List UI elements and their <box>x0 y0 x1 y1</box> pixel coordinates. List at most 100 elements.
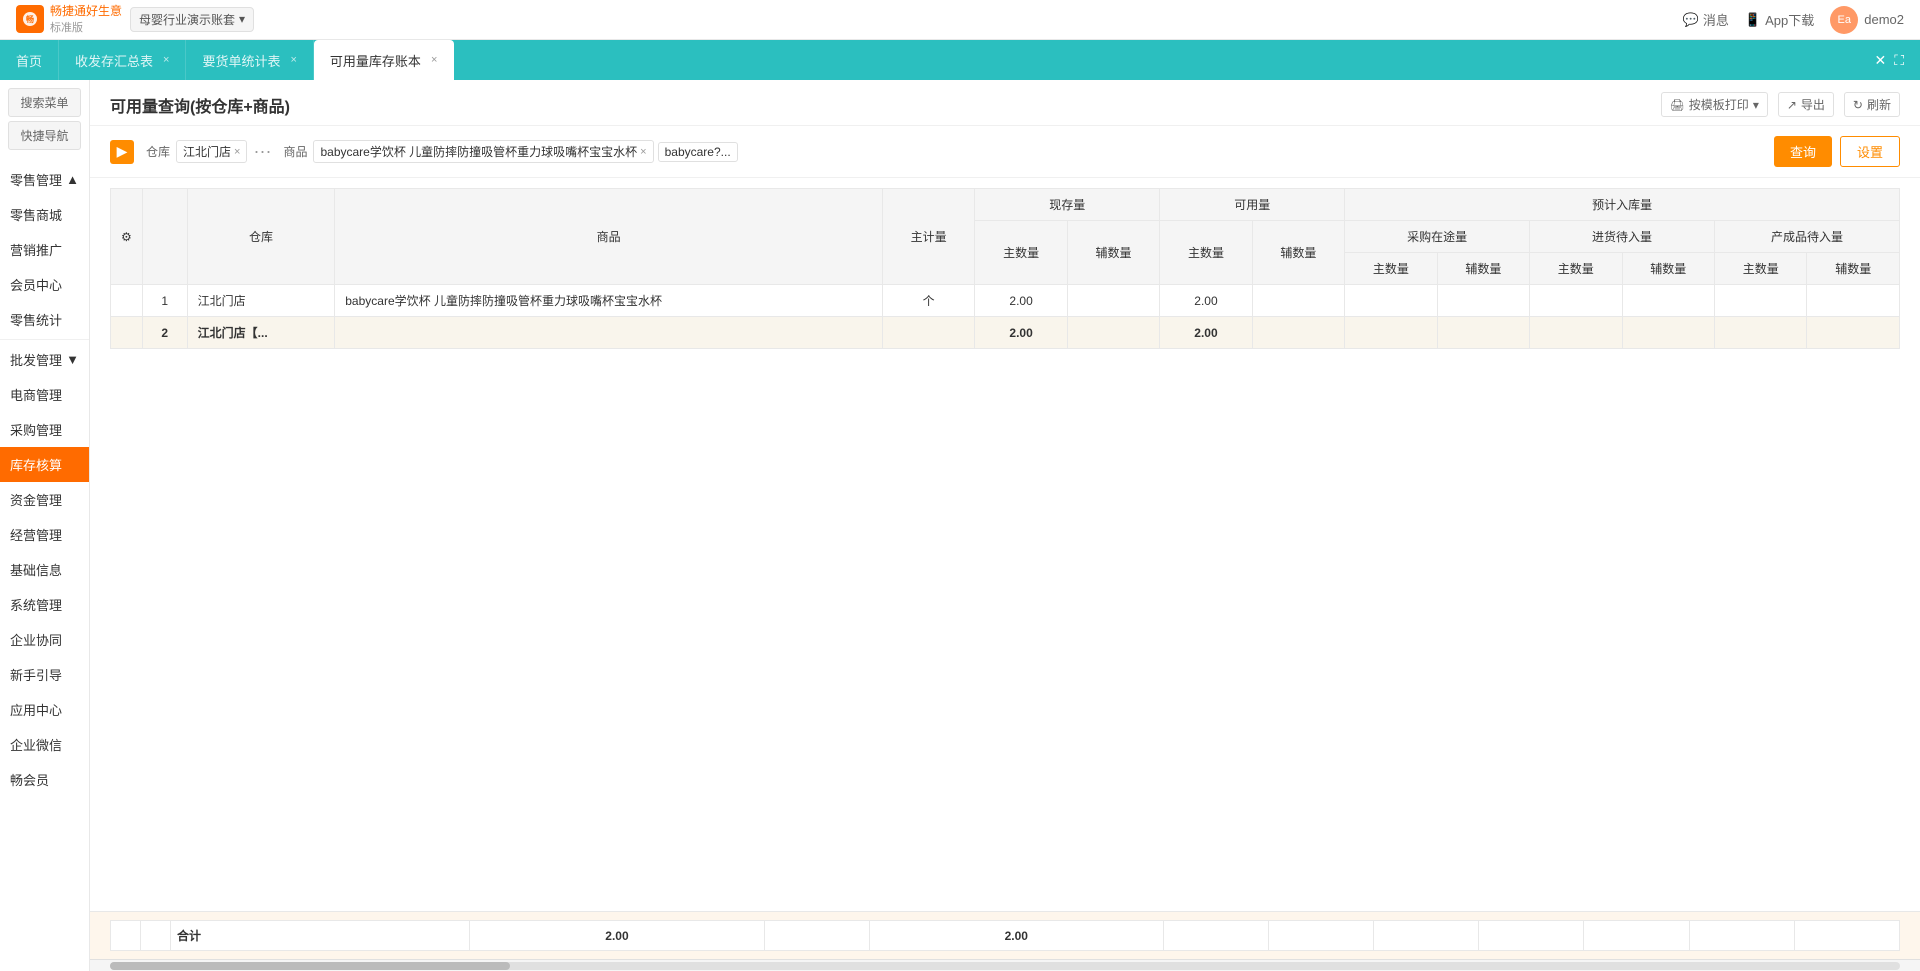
cell-purchase-aux <box>1437 285 1529 317</box>
subtotal-product <box>335 317 883 349</box>
sidebar-item-ecommerce[interactable]: 电商管理 <box>0 377 89 412</box>
product-tag-0-remove[interactable]: × <box>640 146 646 158</box>
th-production-main: 主数量 <box>1714 253 1806 285</box>
sidebar-item-enterprise-wechat[interactable]: 企业微信 <box>0 727 89 762</box>
product-tag-1[interactable]: babycare?... <box>658 142 738 162</box>
product-tags: babycare学饮杯 儿童防摔防撞吸管杯重力球吸嘴杯宝宝水杯 × babyca… <box>313 140 737 163</box>
subtotal-stock-aux <box>1067 317 1159 349</box>
warehouse-label: 仓库 <box>146 143 170 160</box>
sidebar-item-member[interactable]: 会员中心 <box>0 267 89 302</box>
industry-selector[interactable]: 母婴行业演示账套 ▾ <box>130 7 254 32</box>
print-dropdown-icon: ▾ <box>1753 98 1759 112</box>
product-filter: 商品 babycare学饮杯 儿童防摔防撞吸管杯重力球吸嘴杯宝宝水杯 × bab… <box>283 140 737 163</box>
th-settings[interactable]: ⚙ <box>111 189 143 285</box>
top-bar: 畅 畅捷通好生意 标准版 母婴行业演示账套 ▾ 💬 消息 📱 App下载 Ea … <box>0 0 1920 40</box>
cell-settings <box>111 285 143 317</box>
cell-purchase-main <box>1345 285 1437 317</box>
scroll-bar-track <box>110 962 1900 970</box>
content-area: 可用量查询(按仓库+商品) 🖨 按模板打印 ▾ ↗ 导出 ↻ 刷新 ▶ <box>90 80 1920 971</box>
subtotal-production-aux <box>1807 317 1900 349</box>
user-area: Ea demo2 <box>1830 6 1904 34</box>
cell-available-aux <box>1252 285 1344 317</box>
tab-receive-close[interactable]: × <box>163 54 169 66</box>
footer-cell-index <box>141 921 171 951</box>
sidebar-item-inventory[interactable]: 库存核算 <box>0 447 89 482</box>
product-label: 商品 <box>283 143 307 160</box>
message-icon: 💬 <box>1683 12 1699 28</box>
sidebar-item-wholesale[interactable]: 批发管理 ▼ <box>0 342 89 377</box>
footer-table: 合计 2.00 2.00 <box>110 920 1900 951</box>
footer-cell-p1 <box>1268 921 1373 951</box>
sidebar-item-purchase[interactable]: 采购管理 <box>0 412 89 447</box>
scroll-bar-thumb[interactable] <box>110 962 510 970</box>
top-bar-right: 💬 消息 📱 App下载 Ea demo2 <box>1683 6 1904 34</box>
cell-incoming-main <box>1530 285 1622 317</box>
print-btn[interactable]: 🖨 按模板打印 ▾ <box>1661 92 1768 117</box>
th-group-stock: 现存量 <box>975 189 1160 221</box>
warehouse-more-btn[interactable]: ··· <box>253 141 271 162</box>
tab-available-stock-close[interactable]: × <box>431 54 437 66</box>
th-stock-main: 主数量 <box>975 221 1067 285</box>
sidebar-item-vip[interactable]: 畅会员 <box>0 762 89 797</box>
sidebar-item-marketing[interactable]: 营销推广 <box>0 232 89 267</box>
query-btn[interactable]: 查询 <box>1774 136 1832 167</box>
cell-available-main: 2.00 <box>1160 285 1252 317</box>
th-available-main: 主数量 <box>1160 221 1252 285</box>
footer-cell-p6 <box>1794 921 1899 951</box>
export-btn[interactable]: ↗ 导出 <box>1778 92 1834 117</box>
footer-cell-settings <box>111 921 141 951</box>
tab-order-stats[interactable]: 要货单统计表 × <box>186 40 313 80</box>
subtotal-purchase-main <box>1345 317 1437 349</box>
subtotal-stock-main: 2.00 <box>975 317 1067 349</box>
divider-1 <box>0 339 89 340</box>
sidebar-item-retail-stats[interactable]: 零售统计 <box>0 302 89 337</box>
th-unit: 主计量 <box>882 189 974 285</box>
tab-order-stats-close[interactable]: × <box>290 54 296 66</box>
filter-toggle-btn[interactable]: ▶ <box>110 140 134 164</box>
tab-bar: 首页 收发存汇总表 × 要货单统计表 × 可用量库存账本 × ✕ ⛶ <box>0 40 1920 80</box>
sidebar-item-app-center[interactable]: 应用中心 <box>0 692 89 727</box>
sidebar-item-system[interactable]: 系统管理 <box>0 587 89 622</box>
sidebar-item-basic-info[interactable]: 基础信息 <box>0 552 89 587</box>
th-incoming-main: 主数量 <box>1530 253 1622 285</box>
footer-cell-available-main: 2.00 <box>869 921 1163 951</box>
th-group-purchase: 采购在途量 <box>1345 221 1530 253</box>
search-menu-btn[interactable]: 搜索菜单 <box>8 88 81 117</box>
sidebar-item-operation[interactable]: 经营管理 <box>0 517 89 552</box>
th-group-available: 可用量 <box>1160 189 1345 221</box>
page-title: 可用量查询(按仓库+商品) <box>110 93 290 117</box>
subtotal-purchase-aux <box>1437 317 1529 349</box>
warehouse-tag-remove[interactable]: × <box>234 146 240 158</box>
page-header: 可用量查询(按仓库+商品) 🖨 按模板打印 ▾ ↗ 导出 ↻ 刷新 <box>90 80 1920 126</box>
footer-cell-p5 <box>1689 921 1794 951</box>
tab-close-all[interactable]: ✕ <box>1874 52 1886 69</box>
sidebar-item-guide[interactable]: 新手引导 <box>0 657 89 692</box>
message-btn[interactable]: 💬 消息 <box>1683 10 1729 29</box>
tab-receive[interactable]: 收发存汇总表 × <box>59 40 186 80</box>
sidebar-item-retail-mgmt[interactable]: 零售管理 ▲ <box>0 162 89 197</box>
tab-home[interactable]: 首页 <box>0 40 59 80</box>
tab-maximize[interactable]: ⛶ <box>1894 52 1904 69</box>
app-download-btn[interactable]: 📱 App下载 <box>1745 10 1814 29</box>
th-product: 商品 <box>335 189 883 285</box>
tab-bar-actions: ✕ ⛶ <box>1874 40 1920 80</box>
product-tag-0[interactable]: babycare学饮杯 儿童防摔防撞吸管杯重力球吸嘴杯宝宝水杯 × <box>313 140 653 163</box>
svg-text:畅: 畅 <box>26 14 34 24</box>
settings-btn[interactable]: 设置 <box>1840 136 1900 167</box>
subtotal-incoming-main <box>1530 317 1622 349</box>
table-subtotal-row: 2 江北门店【... 2.00 2.00 <box>111 317 1900 349</box>
cell-production-aux <box>1807 285 1900 317</box>
refresh-btn[interactable]: ↻ 刷新 <box>1844 92 1900 117</box>
sidebar-item-retail-mall[interactable]: 零售商城 <box>0 197 89 232</box>
footer-cell-p4 <box>1584 921 1689 951</box>
footer-cell-available-aux <box>1163 921 1268 951</box>
quick-nav-btn[interactable]: 快捷导航 <box>8 121 81 150</box>
sidebar-item-finance[interactable]: 资金管理 <box>0 482 89 517</box>
tab-available-stock[interactable]: 可用量库存账本 × <box>314 40 454 80</box>
cell-incoming-aux <box>1622 285 1714 317</box>
th-purchase-main: 主数量 <box>1345 253 1437 285</box>
print-icon: 🖨 <box>1670 98 1685 112</box>
sidebar-item-enterprise-collab[interactable]: 企业协同 <box>0 622 89 657</box>
main-layout: 搜索菜单 快捷导航 零售管理 ▲ 零售商城 营销推广 会员中心 零售统计 批发管… <box>0 80 1920 971</box>
warehouse-tag-0[interactable]: 江北门店 × <box>176 140 247 163</box>
